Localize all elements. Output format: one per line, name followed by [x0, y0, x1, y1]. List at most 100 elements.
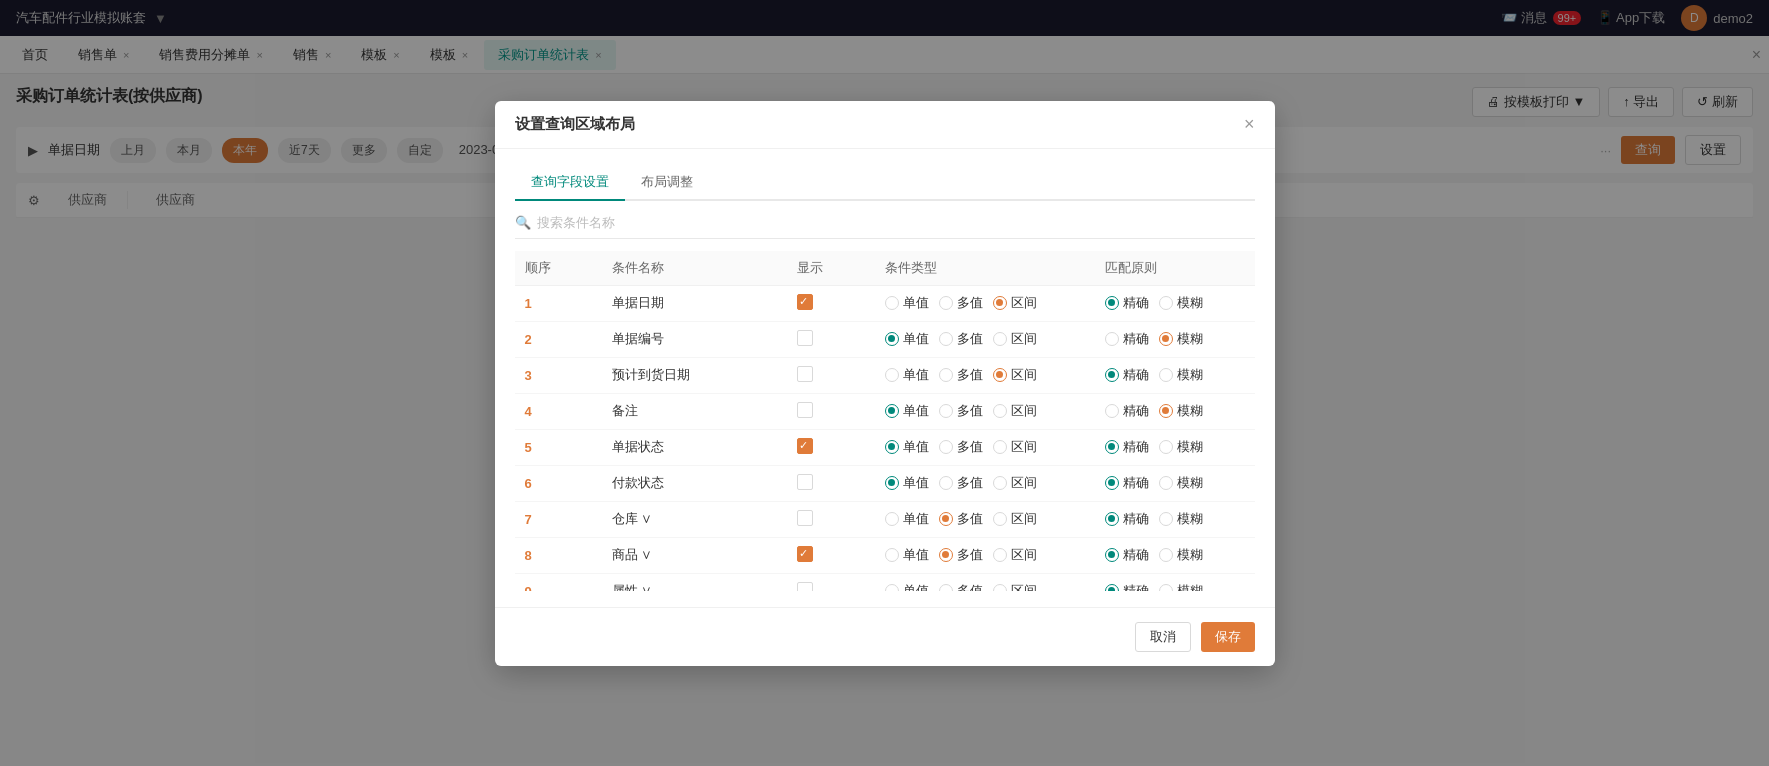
display-checkbox[interactable] — [797, 294, 813, 310]
row-match: 精确 模糊 — [1095, 357, 1255, 393]
row-display-checkbox[interactable] — [787, 573, 874, 591]
table-row: 8商品 ∨ 单值 多值 区间 精确 模糊 — [515, 537, 1255, 573]
table-row: 7仓库 ∨ 单值 多值 区间 精确 模糊 — [515, 501, 1255, 537]
settings-table-scroll: 顺序 条件名称 显示 条件类型 匹配原则 1单据日期 单值 多值 — [515, 251, 1255, 591]
match-exact-radio[interactable]: 精确 — [1105, 366, 1149, 384]
type-single-radio[interactable]: 单值 — [885, 510, 929, 528]
type-multi-radio[interactable]: 多值 — [939, 330, 983, 348]
tab-layout-adjust[interactable]: 布局调整 — [625, 165, 709, 201]
match-fuzzy-radio[interactable]: 模糊 — [1159, 546, 1203, 564]
match-exact-radio[interactable]: 精确 — [1105, 402, 1149, 420]
table-row: 2单据编号 单值 多值 区间 精确 模糊 — [515, 321, 1255, 357]
col-name: 条件名称 — [602, 251, 788, 286]
dialog-close-button[interactable]: × — [1244, 115, 1255, 133]
type-multi-radio[interactable]: 多值 — [939, 294, 983, 312]
row-seq: 4 — [515, 393, 602, 429]
match-fuzzy-radio[interactable]: 模糊 — [1159, 510, 1203, 528]
type-single-radio[interactable]: 单值 — [885, 366, 929, 384]
type-single-radio[interactable]: 单值 — [885, 438, 929, 456]
table-header: 顺序 条件名称 显示 条件类型 匹配原则 — [515, 251, 1255, 286]
match-fuzzy-radio[interactable]: 模糊 — [1159, 438, 1203, 456]
row-seq: 2 — [515, 321, 602, 357]
match-exact-radio[interactable]: 精确 — [1105, 330, 1149, 348]
match-exact-radio[interactable]: 精确 — [1105, 510, 1149, 528]
type-single-radio[interactable]: 单值 — [885, 546, 929, 564]
cancel-button[interactable]: 取消 — [1135, 622, 1191, 652]
tab-query-fields[interactable]: 查询字段设置 — [515, 165, 625, 201]
row-display-checkbox[interactable] — [787, 429, 874, 465]
modal-overlay: 设置查询区域布局 × 查询字段设置 布局调整 🔍 — [0, 0, 1769, 766]
search-input[interactable] — [537, 215, 737, 230]
display-checkbox[interactable] — [797, 366, 813, 382]
settings-table: 顺序 条件名称 显示 条件类型 匹配原则 1单据日期 单值 多值 — [515, 251, 1255, 591]
row-display-checkbox[interactable] — [787, 393, 874, 429]
type-range-radio[interactable]: 区间 — [993, 330, 1037, 348]
match-fuzzy-radio[interactable]: 模糊 — [1159, 474, 1203, 492]
type-multi-radio[interactable]: 多值 — [939, 402, 983, 420]
type-single-radio[interactable]: 单值 — [885, 474, 929, 492]
row-type: 单值 多值 区间 — [875, 501, 1095, 537]
type-single-radio[interactable]: 单值 — [885, 294, 929, 312]
display-checkbox[interactable] — [797, 582, 813, 591]
row-display-checkbox[interactable] — [787, 465, 874, 501]
row-type: 单值 多值 区间 — [875, 429, 1095, 465]
row-name: 单据日期 — [602, 285, 788, 321]
row-display-checkbox[interactable] — [787, 537, 874, 573]
display-checkbox[interactable] — [797, 510, 813, 526]
row-display-checkbox[interactable] — [787, 357, 874, 393]
match-exact-radio[interactable]: 精确 — [1105, 294, 1149, 312]
row-match: 精确 模糊 — [1095, 573, 1255, 591]
type-range-radio[interactable]: 区间 — [993, 402, 1037, 420]
type-range-radio[interactable]: 区间 — [993, 474, 1037, 492]
display-checkbox[interactable] — [797, 474, 813, 490]
type-multi-radio[interactable]: 多值 — [939, 438, 983, 456]
match-exact-radio[interactable]: 精确 — [1105, 438, 1149, 456]
col-match: 匹配原则 — [1095, 251, 1255, 286]
row-match: 精确 模糊 — [1095, 285, 1255, 321]
type-range-radio[interactable]: 区间 — [993, 582, 1037, 591]
match-fuzzy-radio[interactable]: 模糊 — [1159, 582, 1203, 591]
match-exact-radio[interactable]: 精确 — [1105, 474, 1149, 492]
match-fuzzy-radio[interactable]: 模糊 — [1159, 294, 1203, 312]
table-body: 1单据日期 单值 多值 区间 精确 模糊 2单据编号 — [515, 285, 1255, 591]
table-row: 3预计到货日期 单值 多值 区间 精确 模糊 — [515, 357, 1255, 393]
type-single-radio[interactable]: 单值 — [885, 330, 929, 348]
match-fuzzy-radio[interactable]: 模糊 — [1159, 402, 1203, 420]
row-name: 仓库 ∨ — [602, 501, 788, 537]
type-multi-radio[interactable]: 多值 — [939, 510, 983, 528]
display-checkbox[interactable] — [797, 330, 813, 346]
type-range-radio[interactable]: 区间 — [993, 510, 1037, 528]
row-seq: 8 — [515, 537, 602, 573]
table-row: 4备注 单值 多值 区间 精确 模糊 — [515, 393, 1255, 429]
display-checkbox[interactable] — [797, 438, 813, 454]
match-exact-radio[interactable]: 精确 — [1105, 546, 1149, 564]
type-range-radio[interactable]: 区间 — [993, 366, 1037, 384]
row-display-checkbox[interactable] — [787, 501, 874, 537]
row-display-checkbox[interactable] — [787, 321, 874, 357]
type-range-radio[interactable]: 区间 — [993, 546, 1037, 564]
type-range-radio[interactable]: 区间 — [993, 294, 1037, 312]
row-seq: 3 — [515, 357, 602, 393]
row-name: 单据状态 — [602, 429, 788, 465]
row-type: 单值 多值 区间 — [875, 465, 1095, 501]
save-button[interactable]: 保存 — [1201, 622, 1255, 652]
display-checkbox[interactable] — [797, 402, 813, 418]
type-single-radio[interactable]: 单值 — [885, 402, 929, 420]
match-exact-radio[interactable]: 精确 — [1105, 582, 1149, 591]
dialog-title: 设置查询区域布局 — [515, 115, 635, 134]
type-single-radio[interactable]: 单值 — [885, 582, 929, 591]
row-match: 精确 模糊 — [1095, 393, 1255, 429]
row-match: 精确 模糊 — [1095, 537, 1255, 573]
type-range-radio[interactable]: 区间 — [993, 438, 1037, 456]
row-display-checkbox[interactable] — [787, 285, 874, 321]
display-checkbox[interactable] — [797, 546, 813, 562]
type-multi-radio[interactable]: 多值 — [939, 582, 983, 591]
type-multi-radio[interactable]: 多值 — [939, 474, 983, 492]
type-multi-radio[interactable]: 多值 — [939, 366, 983, 384]
type-multi-radio[interactable]: 多值 — [939, 546, 983, 564]
dialog-header: 设置查询区域布局 × — [495, 101, 1275, 149]
match-fuzzy-radio[interactable]: 模糊 — [1159, 366, 1203, 384]
match-fuzzy-radio[interactable]: 模糊 — [1159, 330, 1203, 348]
col-type: 条件类型 — [875, 251, 1095, 286]
search-icon: 🔍 — [515, 215, 531, 230]
